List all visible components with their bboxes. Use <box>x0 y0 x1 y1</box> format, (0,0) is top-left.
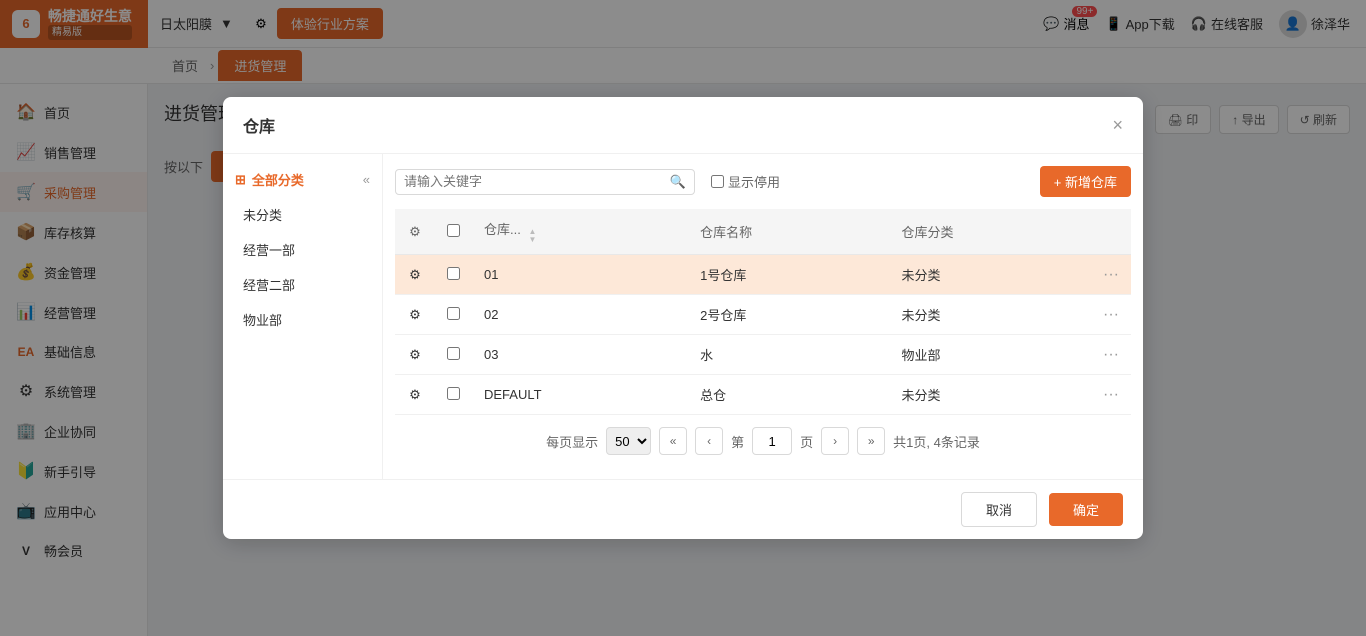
modal-close-button[interactable]: × <box>1112 115 1123 136</box>
row-gear[interactable]: ⚙ <box>395 335 435 375</box>
row-gear[interactable]: ⚙ <box>395 255 435 295</box>
row-name: 1号仓库 <box>688 255 889 295</box>
row-no: DEFAULT <box>472 375 688 415</box>
row-check[interactable] <box>435 335 472 375</box>
search-input[interactable] <box>404 174 670 189</box>
category-item-property[interactable]: 物业部 <box>223 302 382 337</box>
page-number-input[interactable] <box>752 427 792 455</box>
table-row[interactable]: ⚙ 02 2号仓库 未分类 ··· <box>395 295 1131 335</box>
col-category: 仓库分类 <box>890 209 1091 255</box>
search-icon[interactable]: 🔍 <box>670 174 686 190</box>
row-no: 03 <box>472 335 688 375</box>
row-actions[interactable]: ··· <box>1091 255 1131 295</box>
row-category: 物业部 <box>890 335 1091 375</box>
search-box: 🔍 <box>395 169 695 195</box>
first-page-button[interactable]: « <box>659 427 687 455</box>
col-checkbox <box>435 209 472 255</box>
category-header: ⊞ 全部分类 « <box>223 162 382 197</box>
row-gear[interactable]: ⚙ <box>395 295 435 335</box>
cancel-button[interactable]: 取消 <box>961 492 1037 527</box>
row-check[interactable] <box>435 295 472 335</box>
table-toolbar: 🔍 显示停用 + 新增仓库 <box>395 166 1131 197</box>
row-no: 02 <box>472 295 688 335</box>
collapse-icon[interactable]: « <box>363 172 370 187</box>
category-item-dept2[interactable]: 经营二部 <box>223 267 382 302</box>
category-item-dept1[interactable]: 经营一部 <box>223 232 382 267</box>
row-category: 未分类 <box>890 255 1091 295</box>
sort-icon-code: ▲▼ <box>528 228 536 244</box>
row-category: 未分类 <box>890 295 1091 335</box>
modal-body: ⊞ 全部分类 « 未分类 经营一部 经营二部 物业部 🔍 <box>223 154 1143 479</box>
col-settings: ⚙ <box>395 209 435 255</box>
next-page-button[interactable]: › <box>821 427 849 455</box>
row-name: 总仓 <box>688 375 889 415</box>
grid-icon: ⊞ <box>235 172 246 188</box>
col-actions <box>1091 209 1131 255</box>
modal-overlay: 仓库 × ⊞ 全部分类 « 未分类 经营一部 经营二部 物业部 <box>0 0 1366 636</box>
table-row[interactable]: ⚙ 01 1号仓库 未分类 ··· <box>395 255 1131 295</box>
add-warehouse-button[interactable]: + 新增仓库 <box>1040 166 1131 197</box>
row-actions[interactable]: ··· <box>1091 335 1131 375</box>
table-panel: 🔍 显示停用 + 新增仓库 ⚙ 仓库. <box>383 154 1143 479</box>
warehouse-table: ⚙ 仓库... ▲▼ 仓库名称 仓库分类 <box>395 209 1131 415</box>
prev-page-button[interactable]: ‹ <box>695 427 723 455</box>
table-row[interactable]: ⚙ DEFAULT 总仓 未分类 ··· <box>395 375 1131 415</box>
table-row[interactable]: ⚙ 03 水 物业部 ··· <box>395 335 1131 375</box>
row-name: 2号仓库 <box>688 295 889 335</box>
warehouse-modal: 仓库 × ⊞ 全部分类 « 未分类 经营一部 经营二部 物业部 <box>223 97 1143 539</box>
row-no: 01 <box>472 255 688 295</box>
category-panel: ⊞ 全部分类 « 未分类 经营一部 经营二部 物业部 <box>223 154 383 479</box>
row-check[interactable] <box>435 255 472 295</box>
show-disabled-area: 显示停用 <box>711 172 780 191</box>
col-code: 仓库... ▲▼ <box>472 209 688 255</box>
col-name: 仓库名称 <box>688 209 889 255</box>
row-category: 未分类 <box>890 375 1091 415</box>
row-check[interactable] <box>435 375 472 415</box>
modal-footer: 取消 确定 <box>223 479 1143 539</box>
modal-title: 仓库 <box>243 113 275 137</box>
per-page-select[interactable]: 50 <box>606 427 651 455</box>
row-actions[interactable]: ··· <box>1091 375 1131 415</box>
pagination: 每页显示 50 « ‹ 第 页 › » 共1页, 4条记录 <box>395 415 1131 467</box>
row-gear[interactable]: ⚙ <box>395 375 435 415</box>
last-page-button[interactable]: » <box>857 427 885 455</box>
row-actions[interactable]: ··· <box>1091 295 1131 335</box>
table-header-row: ⚙ 仓库... ▲▼ 仓库名称 仓库分类 <box>395 209 1131 255</box>
confirm-button[interactable]: 确定 <box>1049 493 1123 526</box>
show-disabled-checkbox[interactable] <box>711 175 724 188</box>
category-item-unclassified[interactable]: 未分类 <box>223 197 382 232</box>
select-all-checkbox[interactable] <box>447 224 460 237</box>
all-categories-button[interactable]: ⊞ 全部分类 <box>235 170 304 189</box>
row-name: 水 <box>688 335 889 375</box>
modal-header: 仓库 × <box>223 97 1143 154</box>
